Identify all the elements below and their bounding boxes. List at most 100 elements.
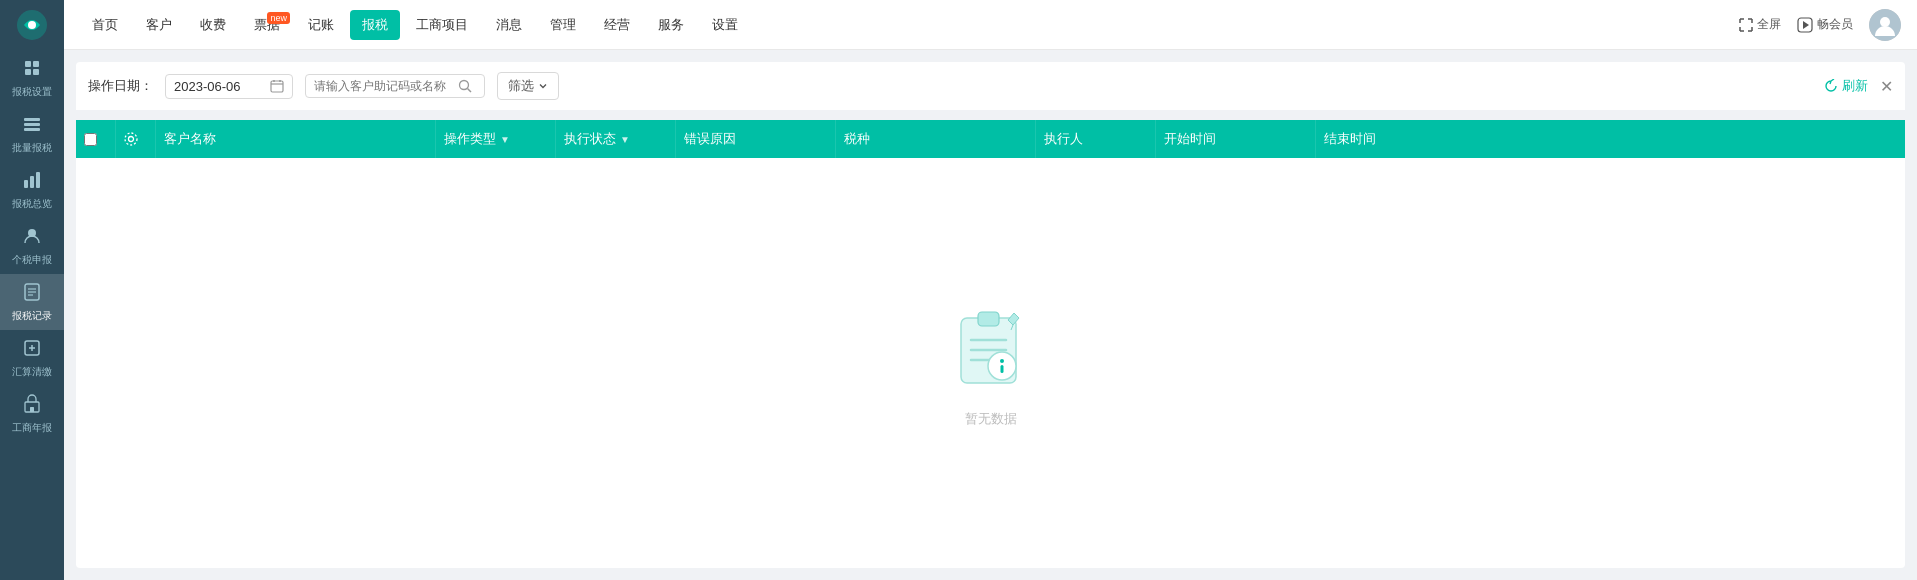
svg-rect-9 <box>24 180 28 188</box>
sidebar-item-label: 批量报税 <box>12 142 52 154</box>
gear-icon <box>124 132 138 146</box>
nav-message[interactable]: 消息 <box>484 10 534 40</box>
sidebar-item-label: 个税申报 <box>12 254 52 266</box>
member-label: 畅会员 <box>1817 16 1853 33</box>
empty-illustration <box>946 298 1036 398</box>
sidebar-item-jilu[interactable]: 报税记录 <box>0 274 64 330</box>
empty-text: 暂无数据 <box>965 410 1017 428</box>
filter-label: 筛选 <box>508 77 534 95</box>
user-avatar[interactable] <box>1869 9 1901 41</box>
nav-ticket[interactable]: 票据 new <box>242 10 292 40</box>
fullscreen-icon <box>1739 18 1753 32</box>
svg-line-31 <box>468 89 472 93</box>
member-btn[interactable]: 畅会员 <box>1797 16 1853 33</box>
select-all-checkbox[interactable] <box>84 133 97 146</box>
company-icon <box>22 394 42 419</box>
nav-operation[interactable]: 经营 <box>592 10 642 40</box>
chevron-down-icon <box>538 81 548 91</box>
svg-rect-7 <box>24 123 40 126</box>
table-header: 客户名称 操作类型 ▼ 执行状态 ▼ 错误原因 税种 执行人 <box>76 120 1905 158</box>
nav-home[interactable]: 首页 <box>80 10 130 40</box>
play-icon <box>1797 17 1813 33</box>
nav-fee[interactable]: 收费 <box>188 10 238 40</box>
sidebar-item-piliang[interactable]: 批量报税 <box>0 106 64 162</box>
calculate-icon <box>22 338 42 363</box>
nav-service[interactable]: 服务 <box>646 10 696 40</box>
batch-icon <box>22 114 42 139</box>
sidebar-item-label: 工商年报 <box>12 422 52 434</box>
calendar-icon <box>270 79 284 93</box>
sidebar-item-geshuishenbao[interactable]: 个税申报 <box>0 218 64 274</box>
nav-settings[interactable]: 设置 <box>700 10 750 40</box>
empty-state: 暂无数据 <box>946 298 1036 428</box>
new-badge: new <box>267 12 290 25</box>
filter-btn[interactable]: 筛选 <box>497 72 559 100</box>
svg-point-32 <box>129 137 134 142</box>
th-tax-type: 税种 <box>836 120 1036 158</box>
th-start-time: 开始时间 <box>1156 120 1316 158</box>
sidebar-item-huisuan[interactable]: 汇算清缴 <box>0 330 64 386</box>
svg-point-1 <box>28 21 36 29</box>
nav-manage[interactable]: 管理 <box>538 10 588 40</box>
svg-rect-41 <box>1000 365 1003 373</box>
main-area: 首页 客户 收费 票据 new 记账 报税 工商项目 消息 管理 经营 服务 设… <box>64 0 1917 580</box>
svg-point-40 <box>1000 359 1004 363</box>
sort-icon: ▼ <box>500 134 510 145</box>
sidebar-item-label: 汇算清缴 <box>12 366 52 378</box>
nav-items: 首页 客户 收费 票据 new 记账 报税 工商项目 消息 管理 经营 服务 设… <box>80 10 1739 40</box>
svg-rect-11 <box>36 172 40 188</box>
date-field[interactable] <box>174 79 264 94</box>
svg-rect-4 <box>33 61 39 67</box>
th-executor: 执行人 <box>1036 120 1156 158</box>
sidebar-item-label: 报税设置 <box>12 86 52 98</box>
content-area: 操作日期： 筛选 <box>64 50 1917 580</box>
nav-industry[interactable]: 工商项目 <box>404 10 480 40</box>
svg-rect-10 <box>30 176 34 188</box>
search-icon <box>458 79 472 93</box>
close-btn[interactable]: ✕ <box>1880 77 1893 96</box>
svg-point-33 <box>125 133 137 145</box>
date-label: 操作日期： <box>88 77 153 95</box>
sort-icon: ▼ <box>620 134 630 145</box>
svg-rect-3 <box>25 69 31 75</box>
refresh-icon <box>1824 79 1838 93</box>
svg-point-25 <box>1880 17 1890 27</box>
record-icon <box>22 282 42 307</box>
refresh-label: 刷新 <box>1842 77 1868 95</box>
th-settings[interactable] <box>116 120 156 158</box>
date-input[interactable] <box>165 74 293 99</box>
person-icon <box>22 226 42 251</box>
topnav-right: 全屏 畅会员 <box>1739 9 1901 41</box>
th-operation-type[interactable]: 操作类型 ▼ <box>436 120 556 158</box>
svg-rect-6 <box>24 118 40 121</box>
search-input[interactable] <box>314 79 454 93</box>
svg-rect-21 <box>30 407 34 412</box>
overview-icon <box>22 170 42 195</box>
table-body: 暂无数据 <box>76 158 1905 568</box>
th-exec-status[interactable]: 执行状态 ▼ <box>556 120 676 158</box>
sidebar-item-zonlan[interactable]: 报税总览 <box>0 162 64 218</box>
table-container: 客户名称 操作类型 ▼ 执行状态 ▼ 错误原因 税种 执行人 <box>76 120 1905 568</box>
svg-marker-23 <box>1803 21 1809 29</box>
svg-point-30 <box>460 81 469 90</box>
search-box[interactable] <box>305 74 485 98</box>
topnav: 首页 客户 收费 票据 new 记账 报税 工商项目 消息 管理 经营 服务 设… <box>64 0 1917 50</box>
sidebar-item-label: 报税总览 <box>12 198 52 210</box>
svg-rect-5 <box>33 69 39 75</box>
sidebar-item-baoshuishezhi[interactable]: 报税设置 <box>0 50 64 106</box>
th-error-reason: 错误原因 <box>676 120 836 158</box>
fullscreen-label: 全屏 <box>1757 16 1781 33</box>
toolbar: 操作日期： 筛选 <box>76 62 1905 110</box>
svg-rect-2 <box>25 61 31 67</box>
settings-icon <box>22 58 42 83</box>
sidebar-logo <box>0 0 64 50</box>
svg-rect-8 <box>24 128 40 131</box>
nav-customer[interactable]: 客户 <box>134 10 184 40</box>
nav-bookkeeping[interactable]: 记账 <box>296 10 346 40</box>
th-checkbox[interactable] <box>76 120 116 158</box>
sidebar-item-gongshang[interactable]: 工商年报 <box>0 386 64 442</box>
fullscreen-btn[interactable]: 全屏 <box>1739 16 1781 33</box>
refresh-btn[interactable]: 刷新 <box>1824 77 1868 95</box>
th-end-time: 结束时间 <box>1316 120 1476 158</box>
nav-tax[interactable]: 报税 <box>350 10 400 40</box>
